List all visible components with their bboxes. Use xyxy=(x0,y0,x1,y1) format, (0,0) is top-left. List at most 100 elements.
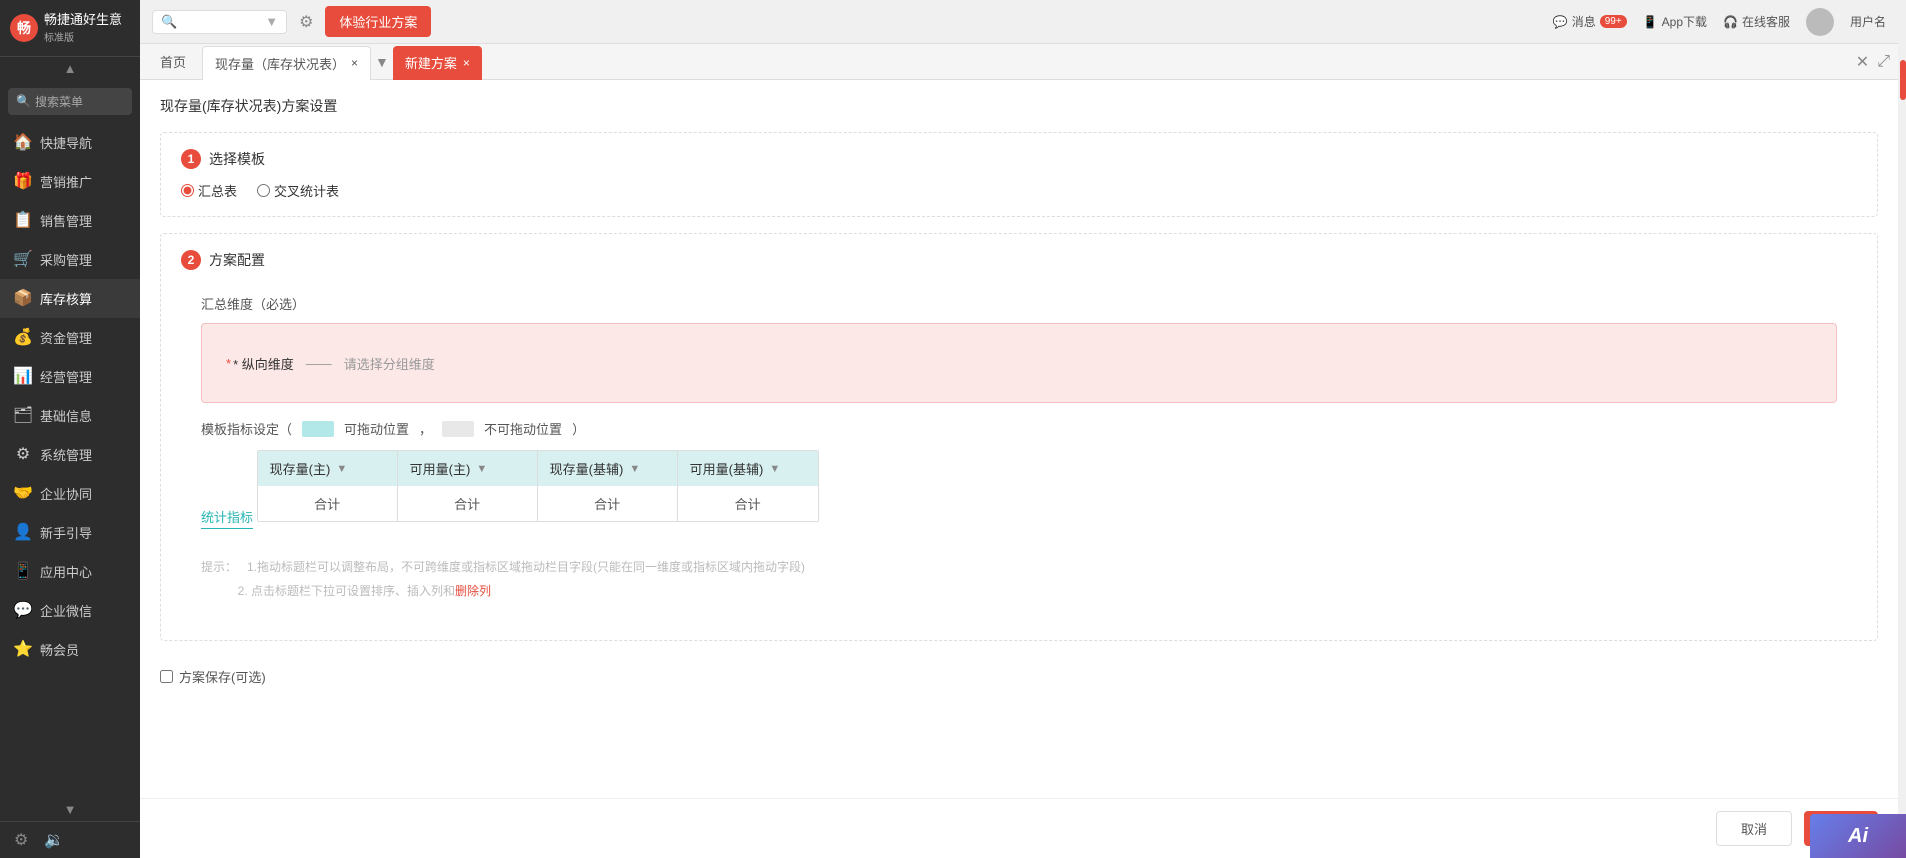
col-label-0: 现存量(主) xyxy=(270,459,331,478)
trial-button[interactable]: 体验行业方案 xyxy=(325,6,431,37)
dimension-required-label: 汇总维度（必选） xyxy=(201,294,1837,313)
col-dropdown-0[interactable]: ▼ xyxy=(336,463,347,475)
tab-home[interactable]: 首页 xyxy=(148,44,198,80)
required-star: * xyxy=(226,356,231,371)
right-scrollbar[interactable] xyxy=(1898,0,1906,858)
main-area: 🔍 ▼ ⚙ 体验行业方案 💬 消息 99+ 📱 App下载 🎧 在线客服 用户名 xyxy=(140,0,1898,858)
save-checkbox[interactable] xyxy=(160,670,173,683)
tab-inventory[interactable]: 现存量（库存状况表） × xyxy=(202,46,371,80)
stats-title: 统计指标 xyxy=(201,507,253,529)
box-icon: 📦 xyxy=(14,289,32,307)
tip-1: 提示： 1.拖动标题栏可以调整布局，不可跨维度或指标区域拖动栏目字段(只能在同一… xyxy=(201,557,1837,579)
app-download-btn[interactable]: 📱 App下载 xyxy=(1643,13,1707,30)
expand-window-icon[interactable]: ⤢ xyxy=(1877,53,1890,71)
online-service-btn[interactable]: 🎧 在线客服 xyxy=(1723,13,1790,30)
gear-icon[interactable]: ⚙ xyxy=(295,8,317,36)
stats-cell-3: 合计 xyxy=(678,486,818,521)
dimension-area: * * 纵向维度 —— 请选择分组维度 xyxy=(201,323,1837,403)
stats-cell-1: 合计 xyxy=(398,486,538,521)
step1-badge: 1 xyxy=(181,149,201,169)
col-header-2: 现存量(基辅) ▼ xyxy=(538,451,678,486)
sidebar-item-sales[interactable]: 📋 销售管理 xyxy=(0,201,140,240)
radio-summary-label: 汇总表 xyxy=(198,181,237,200)
settings-icon[interactable]: ⚙ xyxy=(14,830,28,850)
radio-summary[interactable]: 汇总表 xyxy=(181,181,237,200)
wechat-icon: 💬 xyxy=(14,601,32,619)
speaker-icon[interactable]: 🔉 xyxy=(44,830,64,850)
gift-icon: 🎁 xyxy=(14,172,32,190)
sidebar-nav: 🏠 快捷导航 🎁 营销推广 📋 销售管理 🛒 采购管理 📦 库存核算 💰 资金管… xyxy=(0,123,140,798)
cancel-button[interactable]: 取消 xyxy=(1716,811,1792,846)
sales-icon: 📋 xyxy=(14,211,32,229)
sidebar: 畅 畅捷通好生意 标准版 ▲ 🔍 搜索菜单 🏠 快捷导航 🎁 营销推广 📋 销售… xyxy=(0,0,140,858)
col-dropdown-2[interactable]: ▼ xyxy=(629,463,640,475)
sidebar-item-wechat[interactable]: 💬 企业微信 xyxy=(0,591,140,630)
dimension-placeholder[interactable]: 请选择分组维度 xyxy=(344,354,435,373)
money-icon: 💰 xyxy=(14,328,32,346)
scroll-down-btn[interactable]: ▼ xyxy=(0,798,140,821)
username-label: 用户名 xyxy=(1850,13,1886,30)
save-option: 方案保存(可选) xyxy=(160,657,1878,696)
stats-cell-2: 合计 xyxy=(538,486,678,521)
topbar-search-box[interactable]: 🔍 ▼ xyxy=(152,10,287,34)
sidebar-search[interactable]: 🔍 搜索菜单 xyxy=(8,88,132,115)
stats-table: 现存量(主) ▼ 可用量(主) ▼ 现存量(基辅) ▼ xyxy=(257,450,819,522)
tab-home-label: 首页 xyxy=(160,52,186,71)
stats-table-body: 合计 合计 合计 合计 xyxy=(258,486,818,521)
col-dropdown-1[interactable]: ▼ xyxy=(476,463,487,475)
sidebar-item-member[interactable]: ⭐ 畅会员 xyxy=(0,630,140,669)
page-title: 现存量(库存状况表)方案设置 xyxy=(160,96,1878,116)
message-icon: 💬 xyxy=(1553,15,1568,29)
sidebar-item-company[interactable]: 🤝 企业协同 xyxy=(0,474,140,513)
radio-cross-input[interactable] xyxy=(257,184,270,197)
message-badge: 99+ xyxy=(1600,15,1627,28)
sidebar-item-management[interactable]: 📊 经营管理 xyxy=(0,357,140,396)
sidebar-item-basic[interactable]: 🗂 基础信息 xyxy=(0,396,140,435)
sidebar-footer: ⚙ 🔉 xyxy=(0,821,140,858)
nav-label: 应用中心 xyxy=(40,562,92,581)
user-avatar[interactable] xyxy=(1806,8,1834,36)
headset-icon: 🎧 xyxy=(1723,15,1738,29)
sidebar-item-guide[interactable]: 👤 新手引导 xyxy=(0,513,140,552)
tab-expand-icon[interactable]: ▼ xyxy=(375,54,389,70)
step2-title: 方案配置 xyxy=(209,250,265,270)
tab-close-icon[interactable]: × xyxy=(351,56,358,70)
sidebar-item-purchase[interactable]: 🛒 采购管理 xyxy=(0,240,140,279)
nav-label: 系统管理 xyxy=(40,445,92,464)
nav-label: 企业微信 xyxy=(40,601,92,620)
service-label: 在线客服 xyxy=(1742,13,1790,30)
tab-inventory-label: 现存量（库存状况表） xyxy=(215,54,345,73)
stats-cell-0: 合计 xyxy=(258,486,398,521)
tip-2: 2. 点击标题栏下拉可设置排序、插入列和删除列 xyxy=(201,581,1837,603)
indicator-separator: ， xyxy=(419,419,432,438)
scroll-up-btn[interactable]: ▲ xyxy=(0,57,140,80)
message-btn[interactable]: 💬 消息 99+ xyxy=(1553,13,1627,30)
tab-new-close-icon[interactable]: × xyxy=(463,56,470,70)
sidebar-item-shortcut[interactable]: 🏠 快捷导航 xyxy=(0,123,140,162)
nav-label: 基础信息 xyxy=(40,406,92,425)
star-icon: ⭐ xyxy=(14,640,32,658)
user-icon: 👤 xyxy=(14,523,32,541)
col-label-2: 现存量(基辅) xyxy=(550,459,624,478)
col-dropdown-3[interactable]: ▼ xyxy=(769,463,780,475)
sidebar-item-finance[interactable]: 💰 资金管理 xyxy=(0,318,140,357)
tab-new[interactable]: 新建方案 × xyxy=(393,46,482,80)
topbar-search-input[interactable] xyxy=(181,15,261,29)
ai-badge[interactable]: Ai xyxy=(1810,814,1906,858)
tab-new-label: 新建方案 xyxy=(405,53,457,72)
radio-cross[interactable]: 交叉统计表 xyxy=(257,181,339,200)
radio-summary-input[interactable] xyxy=(181,184,194,197)
draggable-label: 可拖动位置 xyxy=(344,419,409,438)
template-radio-group: 汇总表 交叉统计表 xyxy=(181,181,1857,200)
nav-label: 资金管理 xyxy=(40,328,92,347)
sidebar-item-apps[interactable]: 📱 应用中心 xyxy=(0,552,140,591)
cart-icon: 🛒 xyxy=(14,250,32,268)
topbar-right: 💬 消息 99+ 📱 App下载 🎧 在线客服 用户名 xyxy=(1553,8,1886,36)
sidebar-item-marketing[interactable]: 🎁 营销推广 xyxy=(0,162,140,201)
sidebar-item-system[interactable]: ⚙ 系统管理 xyxy=(0,435,140,474)
handshake-icon: 🤝 xyxy=(14,484,32,502)
nav-label: 采购管理 xyxy=(40,250,92,269)
sidebar-item-inventory[interactable]: 📦 库存核算 xyxy=(0,279,140,318)
section2-header: 2 方案配置 xyxy=(181,250,1857,270)
close-window-icon[interactable]: ✕ xyxy=(1856,52,1869,72)
